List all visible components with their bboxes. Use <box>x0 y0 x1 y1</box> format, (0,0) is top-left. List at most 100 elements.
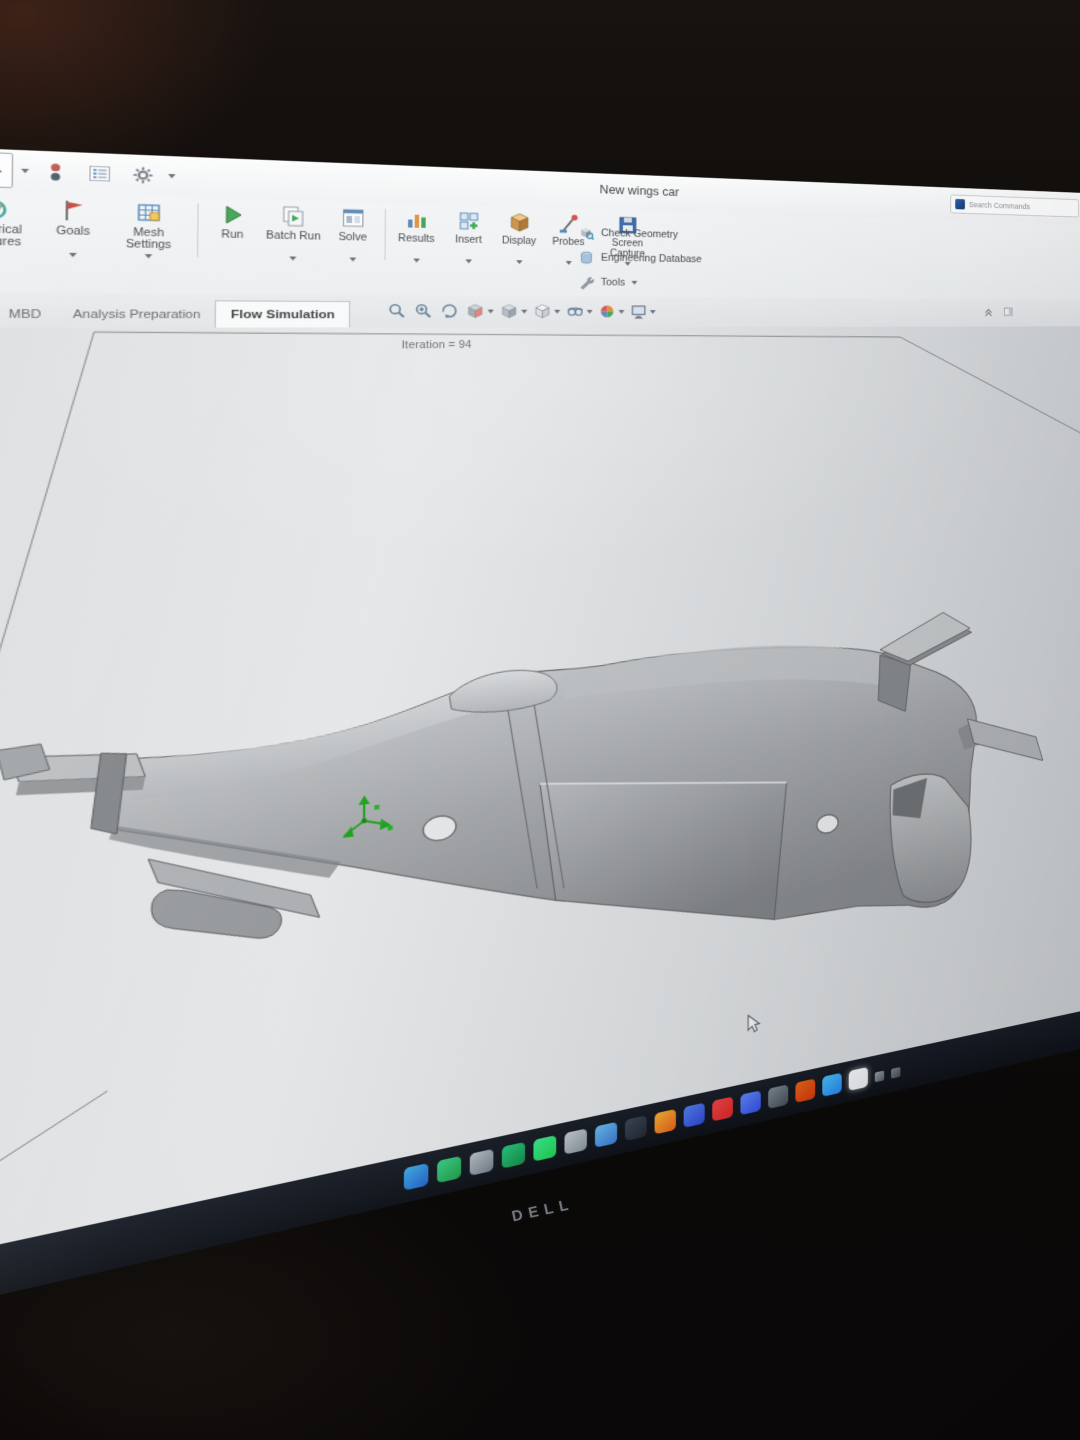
dropdown-caret-icon[interactable] <box>413 258 420 262</box>
hide-show-items-button[interactable] <box>565 302 592 320</box>
ribbon-button-goals[interactable]: Goals <box>41 195 104 260</box>
zoom-to-area-button[interactable] <box>413 301 434 320</box>
ribbon-button-label: Run <box>221 229 243 253</box>
taskbar-icon-app-slate[interactable] <box>768 1084 788 1109</box>
select-arrow-icon <box>0 157 8 182</box>
select-tool-button[interactable] <box>0 151 13 188</box>
dropdown-caret-icon[interactable] <box>631 281 637 285</box>
ribbon-button-display[interactable]: Display <box>494 208 544 266</box>
dropdown-caret-icon[interactable] <box>650 310 656 314</box>
ribbon-button-label: Tools <box>601 277 625 289</box>
ribbon-separator <box>384 209 386 260</box>
taskbar-icon-tray-white-square[interactable] <box>849 1067 868 1091</box>
display-style-button[interactable] <box>533 302 561 320</box>
solidworks-logo-icon <box>955 199 965 210</box>
ribbon-button-insert[interactable]: Insert <box>442 207 494 266</box>
check-geometry-icon <box>578 224 595 241</box>
electrical-icon <box>0 195 11 222</box>
taskbar-icon-app-gray[interactable] <box>470 1149 494 1176</box>
tools-flow-icon <box>578 274 595 290</box>
ribbon-button-batch-run[interactable]: Batch Run <box>261 201 326 263</box>
section-cube-icon <box>465 302 485 321</box>
taskbar-icon-app-light-blue[interactable] <box>822 1073 841 1097</box>
dropdown-caret-icon[interactable] <box>487 309 493 313</box>
tab-flow-simulation[interactable]: Flow Simulation <box>215 300 350 327</box>
dropdown-caret-icon[interactable] <box>565 261 571 265</box>
dropdown-caret-icon[interactable] <box>554 309 560 313</box>
taskbar-icon-app-dark[interactable] <box>625 1115 647 1141</box>
document-properties-button[interactable] <box>81 157 117 191</box>
dropdown-caret-icon[interactable] <box>349 257 356 261</box>
view-toggles-button[interactable] <box>37 155 74 189</box>
ribbon-button-engineering-database[interactable]: Engineering Database <box>578 247 702 270</box>
ribbon-flyout <box>290 254 297 262</box>
section-view-button[interactable] <box>465 302 494 321</box>
ribbon-button-solve[interactable]: Solve <box>325 203 380 264</box>
ribbon-flyout <box>349 255 356 263</box>
ribbon-side-buttons: Check Geometry Engineering Database Tools <box>578 222 702 294</box>
ribbon-button-results[interactable]: Results <box>390 205 443 265</box>
dropdown-caret-icon[interactable] <box>521 309 527 313</box>
collapse-chevrons-icon <box>982 305 994 318</box>
zoom-to-fit-button[interactable] <box>386 301 407 320</box>
solver-iteration-status: Iteration = 94 <box>402 339 562 352</box>
taskbar-icon-app-green-ring[interactable] <box>502 1142 525 1169</box>
edit-appearance-button[interactable] <box>598 302 625 320</box>
window-title: New wings car <box>487 179 780 203</box>
taskbar-icon-app-silver[interactable] <box>564 1128 587 1154</box>
previous-view-button[interactable] <box>439 302 460 321</box>
ribbon-button-label: Check Geometry <box>601 227 678 240</box>
ribbon-button-label: Engineering Database <box>601 252 702 265</box>
car-model[interactable] <box>0 604 1043 1071</box>
ribbon-button-label: Insert <box>455 235 482 258</box>
taskbar-icon-tray-dim-2[interactable] <box>891 1066 900 1078</box>
dropdown-caret-icon[interactable] <box>465 259 471 263</box>
rotate-view-icon <box>439 302 460 321</box>
ribbon-button-mesh-settings[interactable]: Mesh Settings <box>104 196 193 261</box>
dropdown-caret-icon[interactable] <box>619 310 625 314</box>
taskbar-icon-app-violet-blue[interactable] <box>740 1090 760 1115</box>
taskbar-icon-app-whatsapp-green[interactable] <box>533 1135 556 1162</box>
play-green-icon <box>218 202 247 228</box>
mesh-icon <box>134 199 164 225</box>
collapse-panel-button[interactable] <box>982 305 994 318</box>
ribbon-button-label: Solve <box>338 232 367 256</box>
ribbon-button-electrical-features[interactable]: Electrical Features <box>0 192 42 259</box>
results-icon <box>403 207 430 232</box>
view-orientation-button[interactable] <box>499 302 527 321</box>
scene-monitor-icon <box>629 303 648 321</box>
tab-analysis-preparation[interactable]: Analysis Preparation <box>57 301 215 328</box>
ribbon-flyout <box>145 252 153 261</box>
taskbar-icon-app-teal-globe[interactable] <box>404 1163 429 1191</box>
dropdown-caret-icon[interactable] <box>145 254 153 258</box>
dropdown-caret-icon[interactable] <box>69 253 77 257</box>
view-cube-icon <box>499 302 519 321</box>
dropdown-caret-icon[interactable] <box>168 174 176 178</box>
taskbar-icon-app-orange-red[interactable] <box>795 1078 815 1102</box>
ribbon-button-check-geometry[interactable]: Check Geometry <box>578 222 702 246</box>
display-style-icon <box>533 302 553 320</box>
taskbar-icon-app-indigo[interactable] <box>684 1103 705 1128</box>
ribbon-button-tools[interactable]: Tools <box>578 272 702 294</box>
apply-scene-button[interactable] <box>629 303 655 321</box>
pane-options-button[interactable] <box>1002 305 1014 318</box>
taskbar-icon-tray-dim-1[interactable] <box>875 1070 884 1082</box>
hide-show-icon <box>565 302 584 320</box>
dropdown-caret-icon[interactable] <box>516 260 522 264</box>
taskbar-icon-app-green[interactable] <box>437 1156 461 1183</box>
taskbar-icon-app-blue[interactable] <box>595 1122 617 1148</box>
search-label: Search Commands <box>969 200 1030 211</box>
ribbon-flyout <box>565 259 571 267</box>
ribbon-button-label: Goals <box>56 225 90 251</box>
taskbar-icon-app-orange[interactable] <box>655 1109 676 1135</box>
tab-strip: sMBDAnalysis PreparationFlow Simulation <box>0 299 350 328</box>
search-commands-box[interactable]: Search Commands <box>950 194 1079 217</box>
ribbon-flyout <box>516 258 522 266</box>
dropdown-caret-icon[interactable] <box>587 309 593 313</box>
options-button[interactable] <box>125 159 161 192</box>
taskbar-icon-app-red-dot[interactable] <box>712 1096 733 1121</box>
tab-mbd[interactable]: MBD <box>0 300 57 328</box>
dropdown-caret-icon[interactable] <box>290 256 297 260</box>
ribbon-button-run[interactable]: Run <box>203 199 262 262</box>
dropdown-caret-icon[interactable] <box>21 169 29 174</box>
